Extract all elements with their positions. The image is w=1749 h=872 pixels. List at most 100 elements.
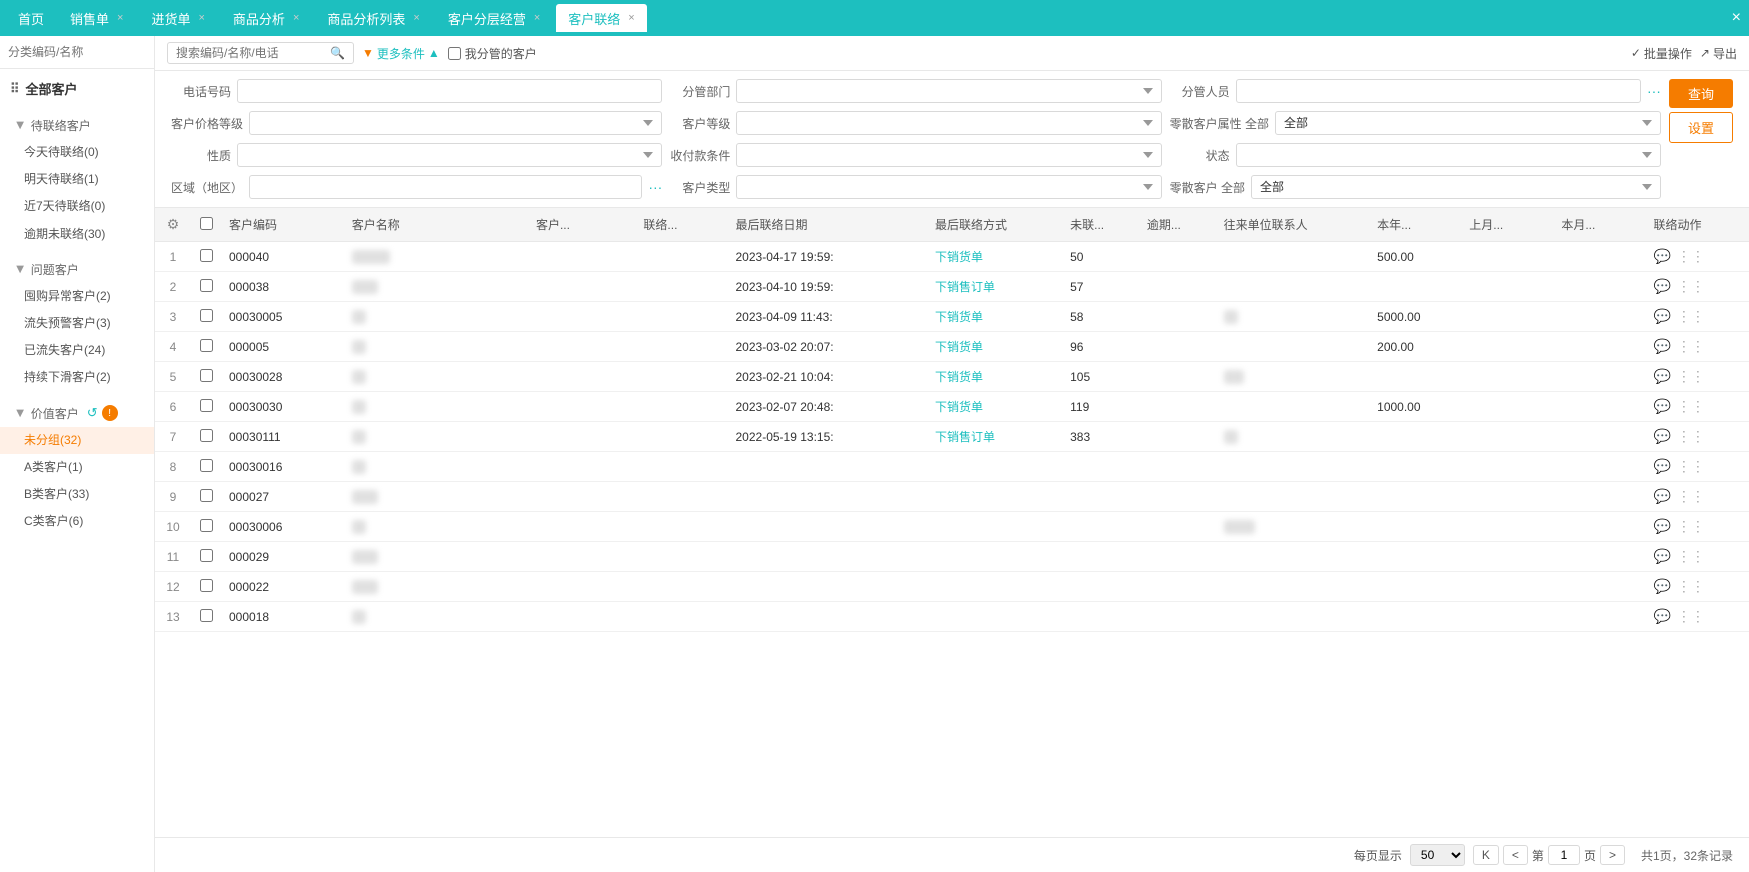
more-action-icon[interactable]: ⋮⋮ [1677,338,1705,355]
col-header-lastmonth[interactable]: 上月... [1461,208,1553,242]
contact-action-icon[interactable]: 💬 [1653,428,1670,445]
sidebar-item-tomorrow[interactable]: 明天待联络(1) [0,166,154,193]
col-header-thismonth[interactable]: 本月... [1553,208,1645,242]
more-action-icon[interactable]: ⋮⋮ [1677,428,1705,445]
contact-action-icon[interactable]: 💬 [1653,338,1670,355]
sidebar-item-class-a[interactable]: A类客户(1) [0,454,154,481]
filter-person-more[interactable]: ··· [1647,83,1661,99]
first-page-btn[interactable]: K [1473,845,1499,865]
pending-contact-group[interactable]: ▶ 待联络客户 [0,112,154,139]
close-tab-product-analysis[interactable]: × [293,12,299,24]
more-action-icon[interactable]: ⋮⋮ [1677,308,1705,325]
contact-action-icon[interactable]: 💬 [1653,278,1670,295]
gear-icon[interactable]: ⚙ [167,216,180,232]
contact-action-icon[interactable]: 💬 [1653,308,1670,325]
refresh-icon[interactable]: ↺ [87,405,98,421]
row-checkbox[interactable] [200,489,213,502]
last-way-link[interactable]: 下销售订单 [935,280,995,294]
sidebar-item-declining[interactable]: 持续下滑客户(2) [0,364,154,391]
filter-region-more[interactable]: ··· [648,179,662,195]
row-checkbox[interactable] [200,429,213,442]
contact-action-icon[interactable]: 💬 [1653,248,1670,265]
sidebar-item-overdue[interactable]: 逾期未联络(30) [0,221,154,248]
contact-action-icon[interactable]: 💬 [1653,398,1670,415]
filter-region-input[interactable] [249,175,642,199]
row-checkbox[interactable] [200,279,213,292]
close-tab-contact[interactable]: × [628,12,634,24]
filter-phone-input[interactable] [237,79,662,103]
row-checkbox[interactable] [200,339,213,352]
prev-page-btn[interactable]: < [1503,845,1528,865]
value-customers-group[interactable]: ▶ 价值客户 ↺ ! [0,400,154,427]
contact-action-icon[interactable]: 💬 [1653,518,1670,535]
filter-customer-level-select[interactable] [736,111,1161,135]
col-header-name[interactable]: 客户名称 [344,208,528,242]
sidebar-search-input[interactable] [8,45,155,59]
last-way-link[interactable]: 下销货单 [935,340,983,354]
close-tab-purchase[interactable]: × [198,12,204,24]
close-all-icon[interactable]: × [1732,9,1741,27]
contact-action-icon[interactable]: 💬 [1653,488,1670,505]
sidebar-item-abnormal[interactable]: 囤购异常客户(2) [0,283,154,310]
col-header-notouch[interactable]: 未联... [1062,208,1139,242]
col-header-type[interactable]: 客户... [528,208,635,242]
my-customers-checkbox[interactable] [448,47,461,60]
tab-customer-tier[interactable]: 客户分层经营 × [436,4,552,32]
more-action-icon[interactable]: ⋮⋮ [1677,458,1705,475]
row-checkbox[interactable] [200,459,213,472]
next-page-btn[interactable]: > [1600,845,1625,865]
sidebar-item-class-b[interactable]: B类客户(33) [0,481,154,508]
filter-dept-select[interactable] [736,79,1161,103]
close-tab-tier[interactable]: × [534,12,540,24]
close-tab-product-list[interactable]: × [413,12,419,24]
filter-customer-type-select[interactable] [736,175,1161,199]
row-checkbox[interactable] [200,399,213,412]
last-way-link[interactable]: 下销货单 [935,310,983,324]
sidebar-item-class-c[interactable]: C类客户(6) [0,508,154,535]
more-action-icon[interactable]: ⋮⋮ [1677,398,1705,415]
select-all-checkbox[interactable] [200,217,213,230]
contact-action-icon[interactable]: 💬 [1653,368,1670,385]
query-button[interactable]: 查询 [1669,79,1733,108]
tab-product-analysis-list[interactable]: 商品分析列表 × [315,4,431,32]
row-checkbox[interactable] [200,609,213,622]
home-tab[interactable]: 首页 [8,4,54,32]
col-header-overdue[interactable]: 逾期... [1139,208,1216,242]
filter-retail-attr-select[interactable]: 全部 [1275,111,1661,135]
tab-purchase-order[interactable]: 进货单 × [139,4,216,32]
export-btn[interactable]: ↗ 导出 [1700,45,1737,62]
more-action-icon[interactable]: ⋮⋮ [1677,278,1705,295]
last-way-link[interactable]: 下销售订单 [935,430,995,444]
page-size-select[interactable]: 50 10 20 100 [1410,844,1465,866]
filter-price-level-select[interactable] [249,111,662,135]
reset-button[interactable]: 设置 [1669,112,1733,143]
more-conditions-btn[interactable]: ▼ 更多条件 ▲ [362,45,440,62]
filter-status-select[interactable] [1236,143,1661,167]
sidebar-all-customers[interactable]: ⠿ 全部客户 [0,73,154,104]
filter-person-input[interactable] [1236,79,1641,103]
last-way-link[interactable]: 下销货单 [935,400,983,414]
sidebar-item-ungrouped[interactable]: 未分组(32) [0,427,154,454]
col-header-thisyear[interactable]: 本年... [1369,208,1461,242]
search-input[interactable] [176,46,326,60]
row-checkbox[interactable] [200,519,213,532]
col-header-code[interactable]: 客户编码 [221,208,344,242]
col-header-lastway[interactable]: 最后联络方式 [927,208,1062,242]
sidebar-item-churn-warning[interactable]: 流失预警客户(3) [0,310,154,337]
row-checkbox[interactable] [200,309,213,322]
filter-payment-select[interactable] [736,143,1161,167]
tab-product-analysis[interactable]: 商品分析 × [221,4,311,32]
more-action-icon[interactable]: ⋮⋮ [1677,608,1705,625]
row-checkbox[interactable] [200,369,213,382]
more-action-icon[interactable]: ⋮⋮ [1677,578,1705,595]
sidebar-item-churned[interactable]: 已流失客户(24) [0,337,154,364]
close-tab-sales[interactable]: × [117,12,123,24]
row-checkbox[interactable] [200,549,213,562]
sidebar-item-7days[interactable]: 近7天待联络(0) [0,193,154,220]
col-header-lastdate[interactable]: 最后联络日期 [728,208,928,242]
last-way-link[interactable]: 下销货单 [935,250,983,264]
more-action-icon[interactable]: ⋮⋮ [1677,248,1705,265]
search-icon[interactable]: 🔍 [330,46,345,60]
more-action-icon[interactable]: ⋮⋮ [1677,488,1705,505]
row-checkbox[interactable] [200,579,213,592]
